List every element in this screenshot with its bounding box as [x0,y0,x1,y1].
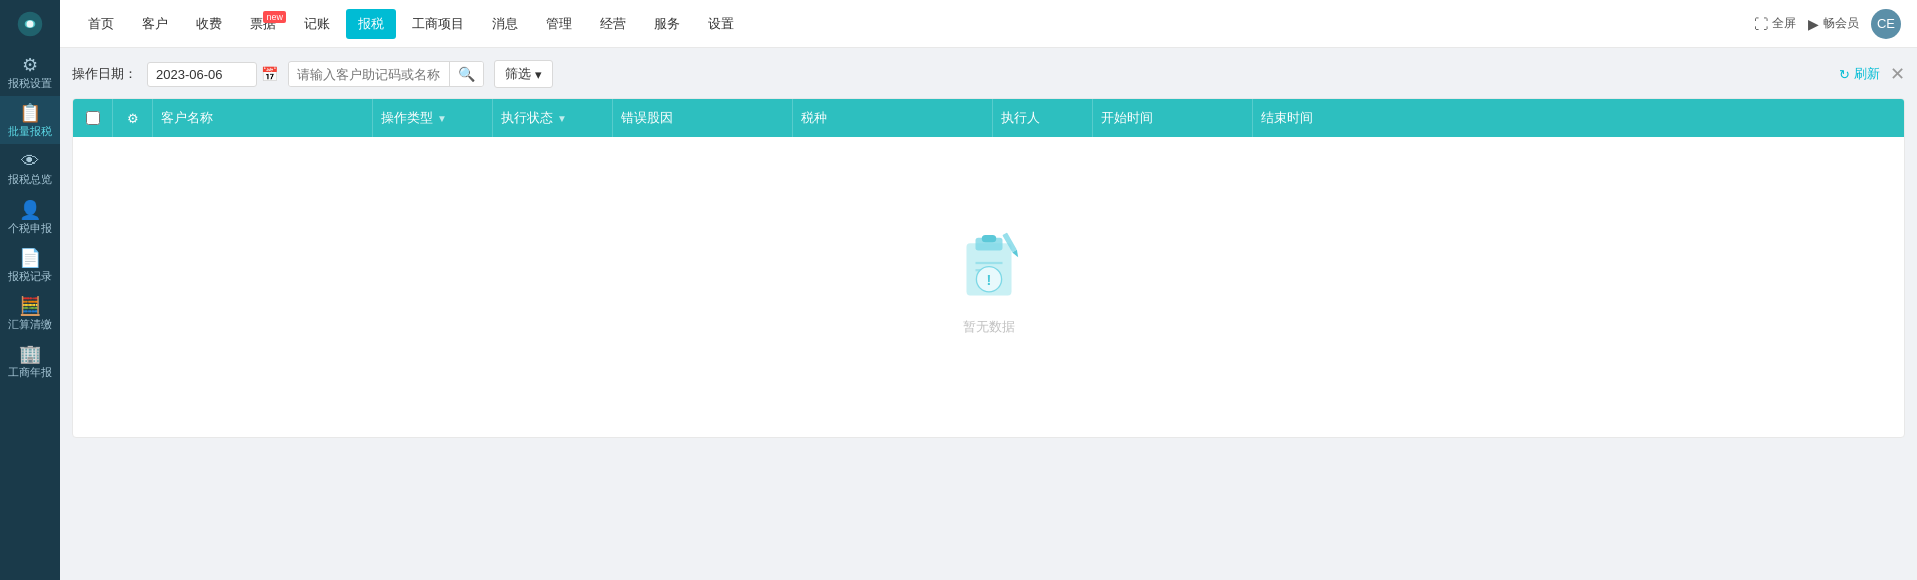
sidebar: ⚙ 报税设置 📋 批量报税 👁 报税总览 👤 个税申报 📄 报税记录 🧮 汇算清… [0,0,60,580]
member-icon: ▶ [1808,16,1819,32]
refresh-button[interactable]: ↻ 刷新 [1839,65,1880,83]
annual-report-icon: 🏢 [19,345,41,363]
nav-item-guanli[interactable]: 管理 [534,9,584,39]
th-error-reason: 错误股因 [613,99,793,137]
sidebar-item-huisuan-jiaona[interactable]: 🧮 汇算清缴 [0,289,60,337]
fullscreen-icon: ⛶ [1754,16,1768,32]
avatar[interactable]: CE [1871,9,1901,39]
new-badge: new [263,11,286,24]
nav-items: 首页 客户 收费 票据 new 记账 报税 工商项目 消息 管理 经营 服务 设… [76,9,1754,39]
main-area: 首页 客户 收费 票据 new 记账 报税 工商项目 消息 管理 经营 服务 设… [60,0,1917,580]
search-wrap: 🔍 [288,61,484,87]
top-nav-right: ⛶ 全屏 ▶ 畅会员 CE [1754,9,1901,39]
nav-item-baoshui[interactable]: 报税 [346,9,396,39]
date-label: 操作日期： [72,65,137,83]
chevron-down-icon: ▾ [535,67,542,82]
sidebar-label: 工商年报 [8,366,52,379]
calendar-icon[interactable]: 📅 [261,66,278,82]
nav-item-shouye[interactable]: 首页 [76,9,126,39]
filter-label: 筛选 [505,65,531,83]
filter-button[interactable]: 筛选 ▾ [494,60,553,88]
overview-icon: 👁 [21,152,39,170]
table-body: ! 暂无数据 [73,137,1904,437]
th-settings[interactable]: ⚙ [113,99,153,137]
sort-icon: ▼ [557,113,567,124]
select-all-checkbox[interactable] [86,111,100,125]
nav-item-piaoju[interactable]: 票据 new [238,9,288,39]
sidebar-item-baoshui-jilu[interactable]: 📄 报税记录 [0,241,60,289]
page-content: 操作日期： 📅 🔍 筛选 ▾ ↻ 刷新 [60,48,1917,580]
sidebar-item-gongshang-nianbao[interactable]: 🏢 工商年报 [0,337,60,385]
toolbar-right: ↻ 刷新 ✕ [1839,63,1905,85]
fullscreen-button[interactable]: ⛶ 全屏 [1754,15,1796,32]
sidebar-label: 汇算清缴 [8,318,52,331]
nav-item-kehu[interactable]: 客户 [130,9,180,39]
nav-item-shezhi[interactable]: 设置 [696,9,746,39]
th-operation-type[interactable]: 操作类型 ▼ [373,99,493,137]
sidebar-item-piliang-baoshui[interactable]: 📋 批量报税 [0,96,60,144]
empty-state: ! 暂无数据 [944,218,1034,336]
sidebar-label: 报税记录 [8,270,52,283]
th-exec-status[interactable]: 执行状态 ▼ [493,99,613,137]
sidebar-item-geshui-shenbao[interactable]: 👤 个税申报 [0,193,60,241]
svg-text:!: ! [986,272,991,288]
settings-icon: ⚙ [22,56,38,74]
sidebar-label: 个税申报 [8,222,52,235]
close-button[interactable]: ✕ [1890,63,1905,85]
content-area: 操作日期： 📅 🔍 筛选 ▾ ↻ 刷新 [60,48,1917,580]
refresh-icon: ↻ [1839,67,1850,82]
th-end-time: 结束时间 [1253,99,1393,137]
search-button[interactable]: 🔍 [449,62,483,86]
empty-illustration: ! [944,218,1034,308]
th-executor: 执行人 [993,99,1093,137]
nav-item-jizhang[interactable]: 记账 [292,9,342,39]
sidebar-label: 报税设置 [8,77,52,90]
gear-icon: ⚙ [127,111,139,126]
top-nav: 首页 客户 收费 票据 new 记账 报税 工商项目 消息 管理 经营 服务 设… [60,0,1917,48]
table-container: ⚙ 客户名称 操作类型 ▼ 执行状态 ▼ 错误股因 [72,98,1905,438]
nav-item-gongshang-xiangmu[interactable]: 工商项目 [400,9,476,39]
search-input[interactable] [289,63,449,86]
sort-icon: ▼ [437,113,447,124]
table-header: ⚙ 客户名称 操作类型 ▼ 执行状态 ▼ 错误股因 [73,99,1904,137]
batch-tax-icon: 📋 [19,104,41,122]
personal-tax-icon: 👤 [19,201,41,219]
sidebar-item-baoshui-zonglian[interactable]: 👁 报税总览 [0,144,60,192]
member-button[interactable]: ▶ 畅会员 [1808,15,1859,32]
app-logo[interactable] [0,0,60,48]
nav-item-jingying[interactable]: 经营 [588,9,638,39]
date-input[interactable] [147,62,257,87]
th-customer-name: 客户名称 [153,99,373,137]
date-input-wrap: 📅 [147,62,278,87]
svg-rect-4 [981,235,995,242]
svg-point-1 [27,21,34,28]
toolbar: 操作日期： 📅 🔍 筛选 ▾ ↻ 刷新 [72,60,1905,88]
th-start-time: 开始时间 [1093,99,1253,137]
sidebar-item-baoshui-shezhi[interactable]: ⚙ 报税设置 [0,48,60,96]
th-tax-type: 税种 [793,99,993,137]
sidebar-label: 批量报税 [8,125,52,138]
th-checkbox[interactable] [73,99,113,137]
nav-item-fuwu[interactable]: 服务 [642,9,692,39]
record-icon: 📄 [19,249,41,267]
settlement-icon: 🧮 [19,297,41,315]
nav-item-xiaoxi[interactable]: 消息 [480,9,530,39]
empty-text: 暂无数据 [963,318,1015,336]
nav-item-shoufei[interactable]: 收费 [184,9,234,39]
sidebar-label: 报税总览 [8,173,52,186]
